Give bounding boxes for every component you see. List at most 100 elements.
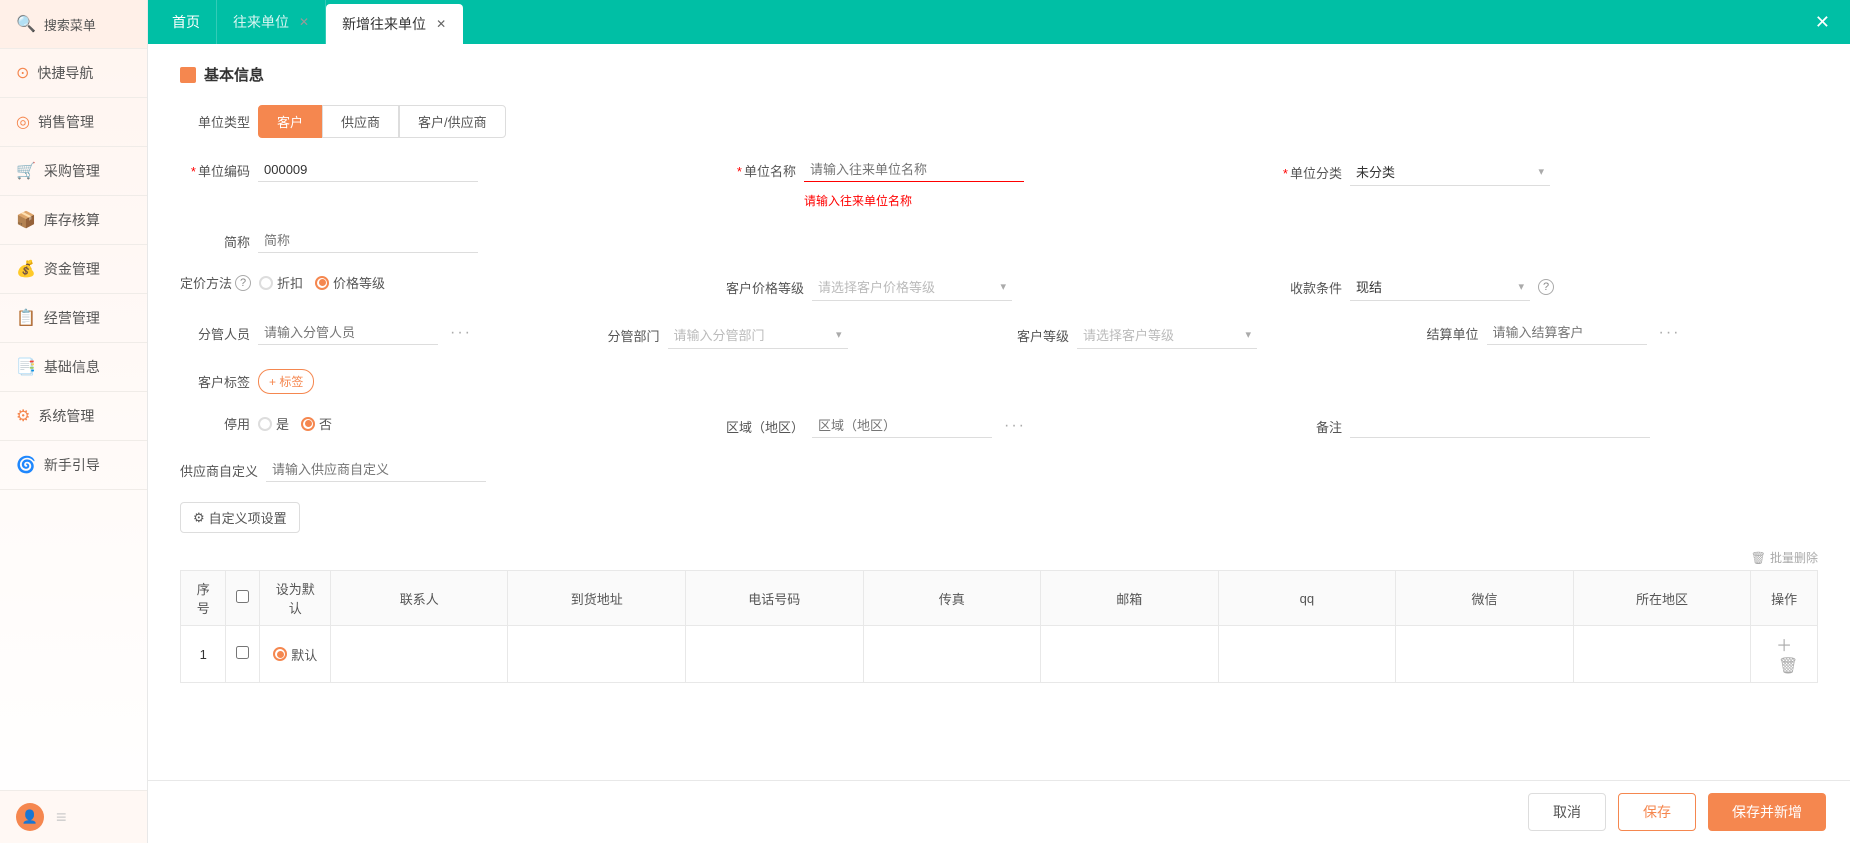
payment-terms-select[interactable]: 现结 ▾ bbox=[1350, 273, 1530, 301]
region-field: 区域（地区） ··· bbox=[726, 414, 1272, 438]
fax-input[interactable] bbox=[874, 647, 1031, 662]
remark-input[interactable] bbox=[1350, 414, 1650, 438]
pricing-radio-group: 折扣 价格等级 bbox=[259, 273, 385, 292]
tab-units[interactable]: 往来单位 ✕ bbox=[217, 0, 326, 44]
chevron-down-icon: ▾ bbox=[1538, 165, 1544, 178]
cancel-button[interactable]: 取消 bbox=[1528, 793, 1606, 831]
sidebar-item-inventory[interactable]: 📦 库存核算 bbox=[0, 196, 147, 245]
unit-type-label: 单位类型 bbox=[180, 112, 250, 131]
customer-level-label: 客户等级 bbox=[999, 326, 1069, 345]
pricing-help-icon[interactable]: ? bbox=[235, 275, 251, 291]
contact-input[interactable] bbox=[341, 647, 498, 662]
default-radio-dot bbox=[277, 651, 284, 658]
region-label: 区域（地区） bbox=[726, 417, 804, 436]
menu-expand-icon[interactable]: ≡ bbox=[56, 807, 67, 828]
tab-units-close[interactable]: ✕ bbox=[299, 15, 309, 29]
type-btn-both[interactable]: 客户/供应商 bbox=[399, 105, 506, 138]
delete-row-button[interactable]: 🗑 bbox=[1778, 658, 1798, 675]
customer-price-level-field: 客户价格等级 请选择客户价格等级 ▾ bbox=[726, 273, 1272, 301]
region-input[interactable] bbox=[812, 414, 992, 438]
chevron-down-icon-2: ▾ bbox=[1000, 280, 1006, 293]
sidebar-bottom: 👤 ≡ bbox=[0, 790, 147, 843]
short-name-input[interactable] bbox=[258, 229, 478, 253]
tab-new-unit[interactable]: 新增往来单位 ✕ bbox=[326, 4, 463, 44]
operations-icon: 📋 bbox=[16, 308, 36, 328]
department-select[interactable]: 请输入分管部门 ▾ bbox=[668, 321, 848, 349]
add-tag-button[interactable]: + 标签 bbox=[258, 369, 314, 394]
qq-input[interactable] bbox=[1229, 647, 1386, 662]
pricing-radio-discount[interactable]: 折扣 bbox=[259, 273, 303, 292]
disabled-field: 停用 是 否 bbox=[180, 414, 726, 433]
department-field: 分管部门 请输入分管部门 ▾ bbox=[590, 321, 1000, 349]
section-icon bbox=[180, 67, 196, 83]
pricing-radio-level[interactable]: 价格等级 bbox=[315, 273, 385, 292]
sidebar-item-sales[interactable]: ◎ 销售管理 bbox=[0, 98, 147, 147]
supplier-custom-label: 供应商自定义 bbox=[180, 461, 258, 480]
customer-level-placeholder: 请选择客户等级 bbox=[1083, 325, 1241, 344]
payment-terms-label: 收款条件 bbox=[1272, 278, 1342, 297]
sidebar-item-purchase[interactable]: 🛒 采购管理 bbox=[0, 147, 147, 196]
row-checkbox[interactable] bbox=[236, 646, 249, 659]
disabled-radio-no[interactable]: 否 bbox=[301, 414, 332, 433]
basic-info-icon: 📑 bbox=[16, 357, 36, 377]
sidebar-item-search[interactable]: 🔍 搜索菜单 bbox=[0, 0, 147, 49]
unit-name-input[interactable] bbox=[804, 158, 1024, 182]
cell-actions: ＋ 🗑 bbox=[1751, 626, 1818, 683]
sidebar-item-quick-nav[interactable]: ⊙ 快捷导航 bbox=[0, 49, 147, 98]
tab-bar-close[interactable]: ✕ bbox=[1803, 12, 1842, 33]
unit-category-select[interactable]: 未分类 ▾ bbox=[1350, 158, 1550, 186]
settlement-unit-input[interactable] bbox=[1487, 321, 1647, 345]
remark-field: 备注 bbox=[1272, 414, 1818, 438]
region-more-icon[interactable]: ··· bbox=[1000, 417, 1030, 435]
select-all-checkbox[interactable] bbox=[236, 590, 249, 603]
sidebar-item-guide[interactable]: 🌀 新手引导 bbox=[0, 441, 147, 490]
batch-delete-area[interactable]: 🗑 批量删除 bbox=[180, 549, 1818, 566]
tag-row: 客户标签 + 标签 bbox=[180, 369, 1818, 394]
settlement-unit-field: 结算单位 ··· bbox=[1409, 321, 1819, 345]
cell-seq: 1 bbox=[181, 626, 226, 683]
remark-label: 备注 bbox=[1272, 417, 1342, 436]
unit-type-row: 单位类型 客户 供应商 客户/供应商 bbox=[180, 105, 1818, 138]
tab-home[interactable]: 首页 bbox=[156, 0, 217, 44]
email-input[interactable] bbox=[1051, 647, 1208, 662]
address-input[interactable] bbox=[518, 647, 675, 662]
default-radio[interactable]: 默认 bbox=[270, 645, 320, 664]
add-row-button[interactable]: ＋ bbox=[1776, 638, 1792, 655]
customer-price-level-select[interactable]: 请选择客户价格等级 ▾ bbox=[812, 273, 1012, 301]
sidebar-item-finance[interactable]: 💰 资金管理 bbox=[0, 245, 147, 294]
custom-settings-button[interactable]: ⚙ 自定义项设置 bbox=[180, 502, 300, 533]
page-body: 基本信息 单位类型 客户 供应商 客户/供应商 *单位编码 *单位名称 bbox=[148, 44, 1850, 780]
customer-level-select[interactable]: 请选择客户等级 ▾ bbox=[1077, 321, 1257, 349]
phone-input[interactable] bbox=[696, 647, 853, 662]
type-btn-supplier[interactable]: 供应商 bbox=[322, 105, 399, 138]
sidebar-item-basic-info[interactable]: 📑 基础信息 bbox=[0, 343, 147, 392]
supplier-custom-input[interactable] bbox=[266, 458, 486, 482]
pricing-method-field: 定价方法 ? 折扣 价格等级 bbox=[180, 273, 726, 292]
disabled-radio-yes[interactable]: 是 bbox=[258, 414, 289, 433]
tab-new-unit-close[interactable]: ✕ bbox=[436, 17, 446, 31]
chevron-down-icon-3: ▾ bbox=[1518, 280, 1524, 293]
sidebar-item-system[interactable]: ⚙ 系统管理 bbox=[0, 392, 147, 441]
unit-code-input[interactable] bbox=[258, 158, 478, 182]
unit-type-buttons: 客户 供应商 客户/供应商 bbox=[258, 105, 506, 138]
system-icon: ⚙ bbox=[16, 406, 30, 426]
radio-dot-no bbox=[305, 420, 312, 427]
type-btn-customer[interactable]: 客户 bbox=[258, 105, 322, 138]
settlement-more-icon[interactable]: ··· bbox=[1655, 324, 1685, 342]
unit-code-field: *单位编码 bbox=[180, 158, 726, 182]
unit-info-row: *单位编码 *单位名称 请输入往来单位名称 *单位分类 未分类 ▾ bbox=[180, 158, 1818, 209]
sidebar: 🔍 搜索菜单 ⊙ 快捷导航 ◎ 销售管理 🛒 采购管理 📦 库存核算 💰 资金管… bbox=[0, 0, 148, 843]
manager-input[interactable] bbox=[258, 321, 438, 345]
manager-more-icon[interactable]: ··· bbox=[446, 324, 476, 342]
save-new-button[interactable]: 保存并新增 bbox=[1708, 793, 1826, 831]
purchase-icon: 🛒 bbox=[16, 161, 36, 181]
save-button[interactable]: 保存 bbox=[1618, 793, 1696, 831]
sales-icon: ◎ bbox=[16, 112, 30, 132]
wechat-input[interactable] bbox=[1406, 647, 1563, 662]
disabled-radio-group: 是 否 bbox=[258, 414, 332, 433]
region-cell-input[interactable] bbox=[1584, 647, 1741, 662]
cell-checkbox bbox=[226, 626, 260, 683]
payment-help-icon[interactable]: ? bbox=[1538, 279, 1554, 295]
sidebar-item-operations[interactable]: 📋 经营管理 bbox=[0, 294, 147, 343]
disabled-label: 停用 bbox=[180, 414, 250, 433]
